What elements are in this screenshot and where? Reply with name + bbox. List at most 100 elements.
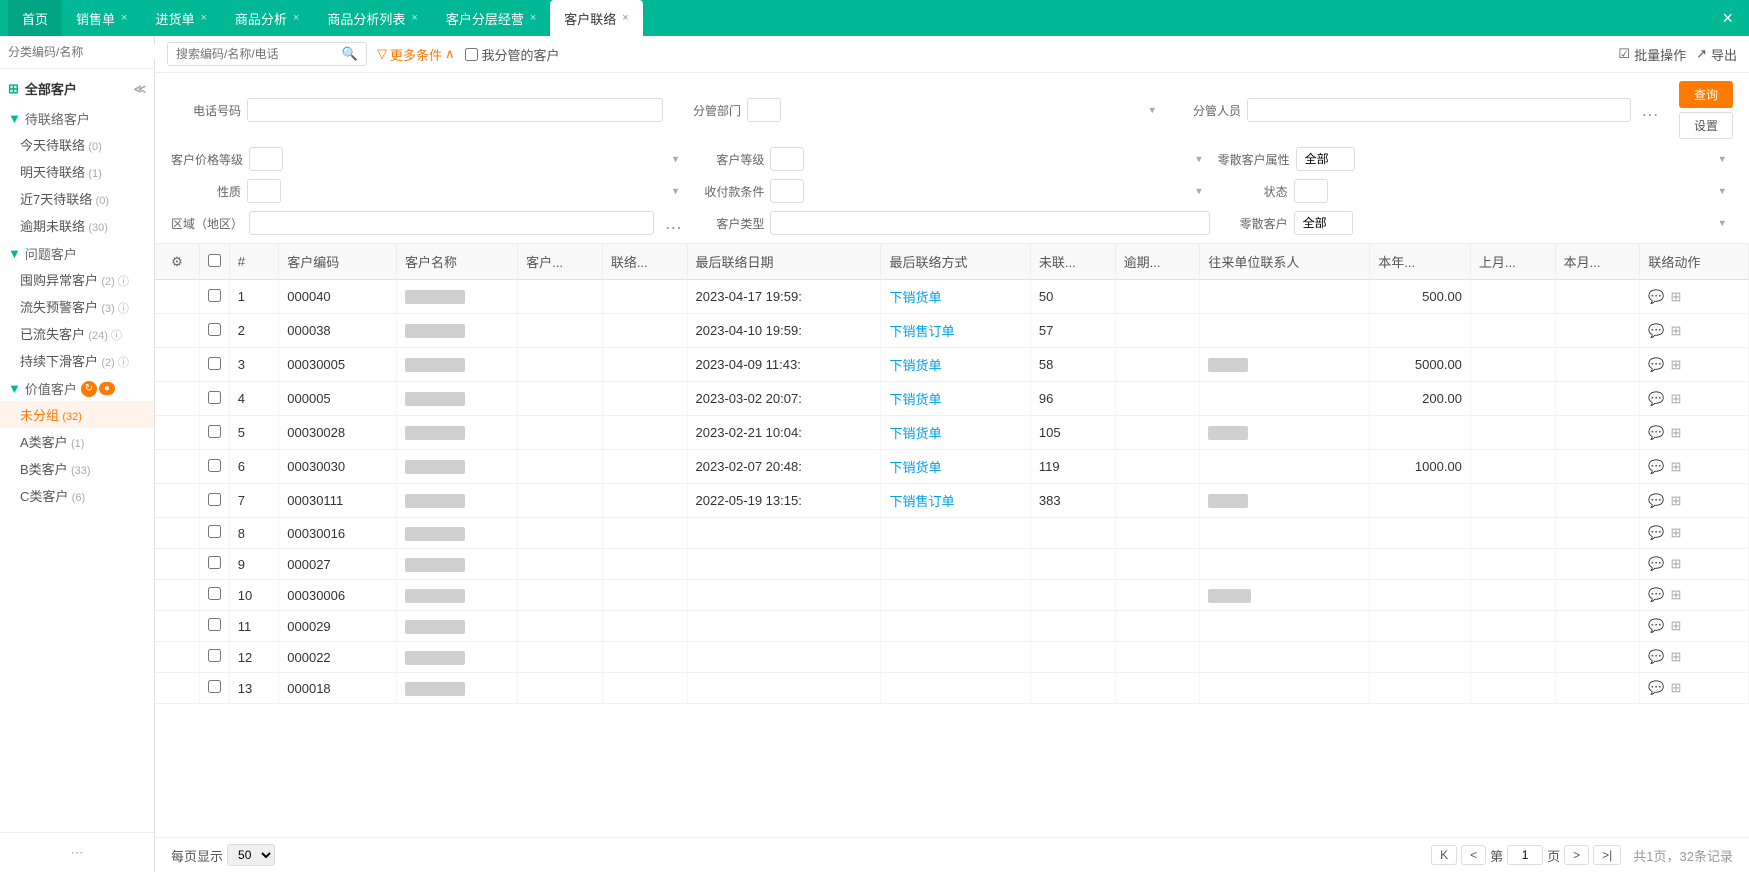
row-checkbox[interactable] xyxy=(199,673,229,704)
grid-action-icon[interactable]: ⊞ xyxy=(1671,587,1682,603)
customer-type-input[interactable] xyxy=(770,211,1209,235)
main-search-input[interactable] xyxy=(176,47,342,61)
page-size-select[interactable]: 50 xyxy=(227,844,275,866)
export-button[interactable]: ↗ 导出 xyxy=(1696,45,1737,64)
col-last-date[interactable]: 最后联络日期 xyxy=(687,244,881,280)
grid-action-icon[interactable]: ⊞ xyxy=(1671,425,1682,441)
sidebar-all-customers[interactable]: ⊞ 全部客户 ≪ xyxy=(0,73,154,104)
row-checkbox[interactable] xyxy=(199,549,229,580)
select-all-checkbox[interactable] xyxy=(208,254,221,267)
message-icon[interactable]: 💬 xyxy=(1648,618,1664,634)
message-icon[interactable]: 💬 xyxy=(1648,289,1664,305)
refresh-icon[interactable]: ↻ xyxy=(81,381,97,397)
row-checkbox[interactable] xyxy=(199,348,229,382)
page-number-input[interactable] xyxy=(1507,845,1543,865)
dept-select[interactable] xyxy=(747,98,781,122)
message-icon[interactable]: 💬 xyxy=(1648,587,1664,603)
row-checkbox[interactable] xyxy=(199,518,229,549)
retail-customer-select[interactable]: 全部 xyxy=(1294,211,1353,235)
collapse-icon[interactable]: ≪ xyxy=(133,82,146,96)
row-checkbox[interactable] xyxy=(199,484,229,518)
first-page-button[interactable]: K xyxy=(1431,845,1457,865)
sidebar-item-tomorrow[interactable]: 明天待联络 (1) xyxy=(0,158,154,185)
more-options-icon[interactable]: … xyxy=(1637,101,1663,119)
row-code[interactable]: 000027 xyxy=(279,549,397,580)
tab-sales-order[interactable]: 销售单 × xyxy=(62,0,141,36)
row-code[interactable]: 00030016 xyxy=(279,518,397,549)
row-last-method[interactable]: 下销货单 xyxy=(881,382,1030,416)
message-icon[interactable]: 💬 xyxy=(1648,323,1664,339)
tab-customer-contact[interactable]: 客户联络 × xyxy=(550,0,642,36)
window-close-button[interactable]: × xyxy=(1714,8,1741,29)
row-last-method[interactable] xyxy=(881,549,1030,580)
row-checkbox[interactable] xyxy=(199,642,229,673)
message-icon[interactable]: 💬 xyxy=(1648,391,1664,407)
sidebar-item-abnormal[interactable]: 囤购异常客户 (2) ⓘ xyxy=(0,266,154,293)
my-customers-check[interactable] xyxy=(465,48,478,61)
row-checkbox[interactable] xyxy=(199,382,229,416)
row-actions[interactable]: 💬 ⊞ xyxy=(1640,450,1749,484)
payment-select[interactable] xyxy=(770,179,804,203)
row-actions[interactable]: 💬 ⊞ xyxy=(1640,642,1749,673)
row-last-method[interactable]: 下销货单 xyxy=(881,450,1030,484)
settings-column[interactable]: ⚙ xyxy=(155,244,199,280)
row-actions[interactable]: 💬 ⊞ xyxy=(1640,416,1749,450)
person-input[interactable] xyxy=(1247,98,1631,122)
row-code[interactable]: 000018 xyxy=(279,673,397,704)
grid-action-icon[interactable]: ⊞ xyxy=(1671,525,1682,541)
status-select[interactable] xyxy=(1294,179,1328,203)
col-this-month[interactable]: 本月... xyxy=(1555,244,1640,280)
message-icon[interactable]: 💬 xyxy=(1648,357,1664,373)
row-actions[interactable]: 💬 ⊞ xyxy=(1640,348,1749,382)
sidebar-item-7days[interactable]: 近7天待联络 (0) xyxy=(0,185,154,212)
row-code[interactable]: 00030006 xyxy=(279,580,397,611)
sidebar-item-churned[interactable]: 已流失客户 (24) ⓘ xyxy=(0,320,154,347)
sidebar-item-class-c[interactable]: C类客户 (6) xyxy=(0,482,154,509)
grid-action-icon[interactable]: ⊞ xyxy=(1671,618,1682,634)
reset-button[interactable]: 设置 xyxy=(1679,112,1733,139)
row-code[interactable]: 00030028 xyxy=(279,416,397,450)
row-checkbox[interactable] xyxy=(199,580,229,611)
col-unlinked[interactable]: 未联... xyxy=(1030,244,1115,280)
next-page-button[interactable]: > xyxy=(1564,845,1589,865)
grid-action-icon[interactable]: ⊞ xyxy=(1671,357,1682,373)
col-overdue[interactable]: 逾期... xyxy=(1115,244,1200,280)
row-last-method[interactable] xyxy=(881,673,1030,704)
tab-home[interactable]: 首页 xyxy=(8,0,62,36)
region-input[interactable] xyxy=(249,211,654,235)
row-actions[interactable]: 💬 ⊞ xyxy=(1640,314,1749,348)
row-checkbox[interactable] xyxy=(199,416,229,450)
sidebar-item-ungrouped[interactable]: 未分组 (32) xyxy=(0,401,154,428)
row-code[interactable]: 000005 xyxy=(279,382,397,416)
row-checkbox[interactable] xyxy=(199,611,229,642)
more-options-icon[interactable]: … xyxy=(660,214,686,232)
col-type[interactable]: 客户... xyxy=(518,244,603,280)
row-actions[interactable]: 💬 ⊞ xyxy=(1640,673,1749,704)
sidebar-section-value[interactable]: ▼ 价值客户 ↻ ● xyxy=(0,374,154,401)
row-code[interactable]: 000038 xyxy=(279,314,397,348)
search-icon[interactable]: 🔍 xyxy=(342,46,358,62)
row-actions[interactable]: 💬 ⊞ xyxy=(1640,580,1749,611)
row-last-method[interactable] xyxy=(881,611,1030,642)
customer-level-select[interactable] xyxy=(770,147,804,171)
message-icon[interactable]: 💬 xyxy=(1648,459,1664,475)
tab-product-analysis[interactable]: 商品分析 × xyxy=(221,0,313,36)
message-icon[interactable]: 💬 xyxy=(1648,525,1664,541)
last-page-button[interactable]: >| xyxy=(1593,845,1621,865)
sidebar-search-input[interactable] xyxy=(8,45,163,59)
nature-select[interactable] xyxy=(247,179,281,203)
row-last-method[interactable]: 下销货单 xyxy=(881,348,1030,382)
row-code[interactable]: 000040 xyxy=(279,280,397,314)
query-button[interactable]: 查询 xyxy=(1679,81,1733,108)
sidebar-item-churn-warn[interactable]: 流失预警客户 (3) ⓘ xyxy=(0,293,154,320)
row-checkbox[interactable] xyxy=(199,450,229,484)
prev-page-button[interactable]: < xyxy=(1461,845,1486,865)
row-last-method[interactable]: 下销货单 xyxy=(881,280,1030,314)
close-icon[interactable]: × xyxy=(530,12,536,24)
close-icon[interactable]: × xyxy=(121,12,127,24)
col-contact[interactable]: 联络... xyxy=(602,244,687,280)
row-last-method[interactable]: 下销货单 xyxy=(881,416,1030,450)
retail-attr-select[interactable]: 全部 xyxy=(1296,147,1355,171)
phone-input[interactable] xyxy=(247,98,663,122)
row-last-method[interactable] xyxy=(881,580,1030,611)
